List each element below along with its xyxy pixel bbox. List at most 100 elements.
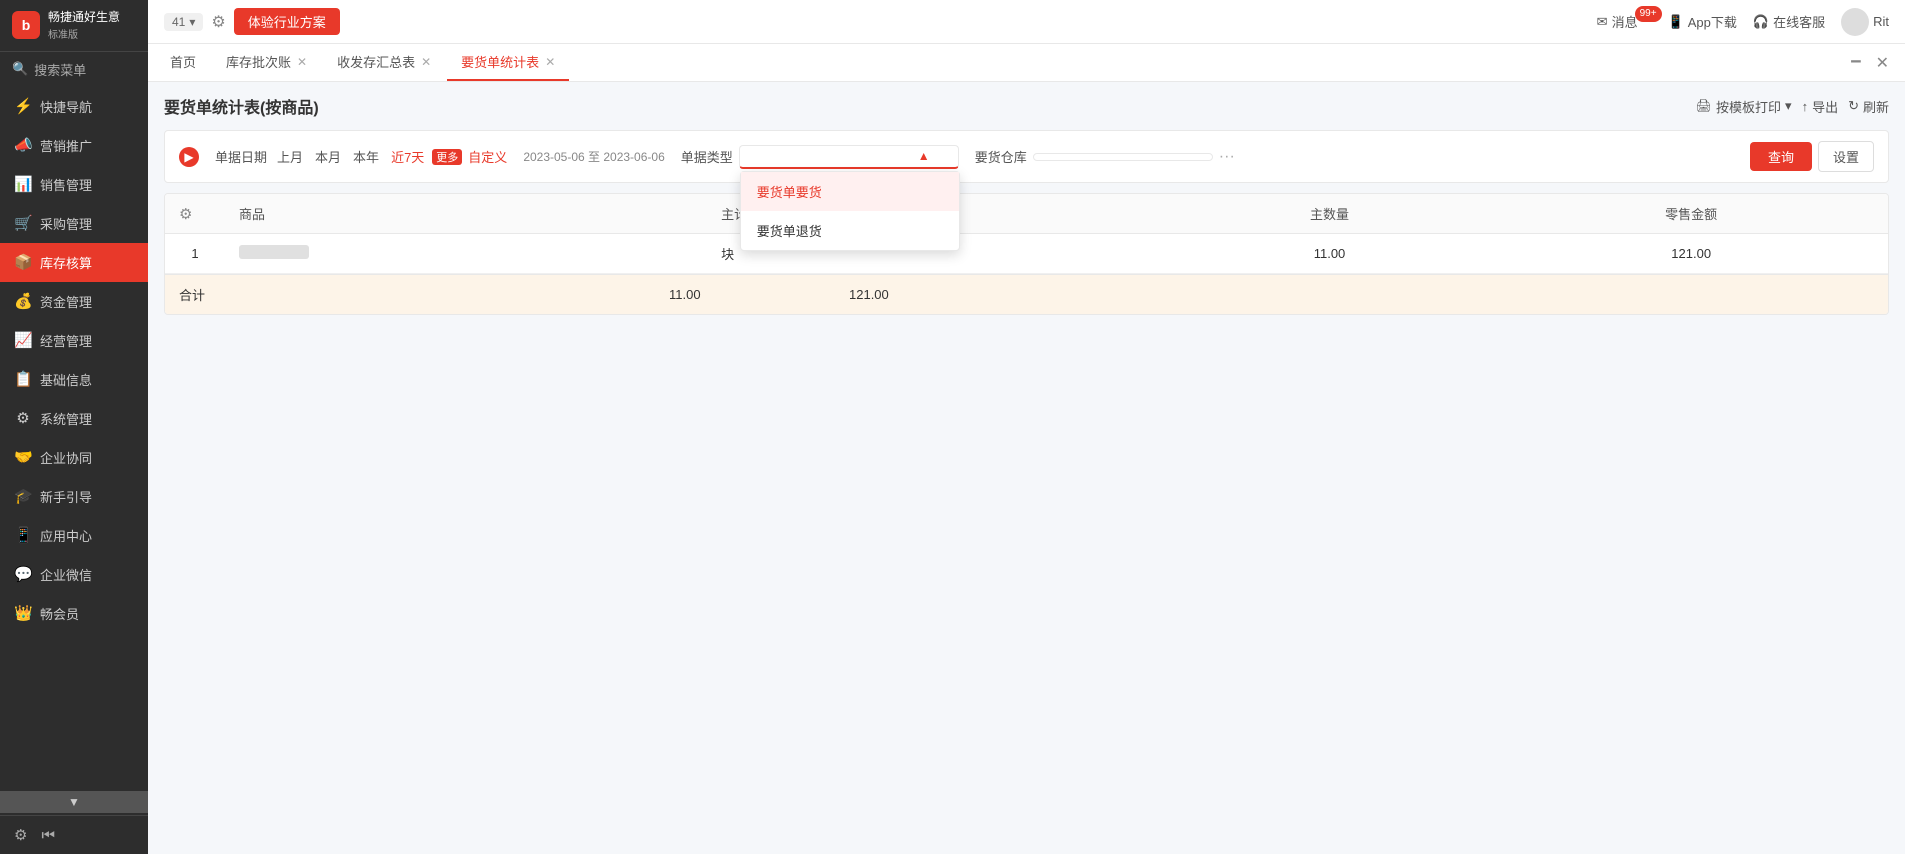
tab-minimize-button[interactable]: 🗕 — [1846, 45, 1865, 80]
topbar-gear-icon[interactable]: ⚙ — [211, 12, 225, 32]
date-btn-7days[interactable]: 近7天 — [387, 145, 428, 168]
print-dropdown-icon: ▾ — [1785, 98, 1792, 114]
tab-inventory-batch[interactable]: 库存批次账 ✕ — [212, 44, 321, 81]
trial-button[interactable]: 体验行业方案 — [234, 8, 340, 35]
quick-nav-icon: ⚡ — [14, 97, 32, 115]
app-name: 畅捷通好生意 — [48, 10, 120, 26]
topbar-right: ✉ 消息 99+ 📱 App下载 🎧 在线客服 Rit — [1597, 8, 1889, 36]
date-filter-group: 单据日期 上月 本月 本年 近7天 更多 自定义 — [215, 145, 507, 168]
system-icon: ⚙ — [14, 409, 32, 427]
print-button[interactable]: 🖨 按模板打印 ▾ — [1696, 97, 1792, 116]
date-more-tag[interactable]: 更多 — [432, 149, 462, 165]
page-header: 要货单统计表(按商品) 🖨 按模板打印 ▾ ↑ 导出 ↻ 刷新 — [164, 94, 1889, 118]
sidebar-search[interactable]: 🔍 搜索菜单 — [0, 52, 148, 87]
sidebar-item-marketing[interactable]: 📣 营销推广 — [0, 126, 148, 165]
col-qty-header: 主数量 — [1165, 194, 1495, 234]
table-footer: 合计 11.00 121.00 — [165, 274, 1888, 314]
sidebar-item-quick-nav[interactable]: ⚡ 快捷导航 — [0, 87, 148, 126]
sidebar-item-enterprise[interactable]: 🤝 企业协同 — [0, 438, 148, 477]
sidebar-item-operation[interactable]: 📈 经营管理 — [0, 321, 148, 360]
user-profile[interactable]: Rit — [1841, 8, 1889, 36]
sidebar: b 畅捷通好生意 标准版 🔍 搜索菜单 ⚡ 快捷导航 📣 营销推广 📊 销售管理… — [0, 0, 148, 854]
tab-home[interactable]: 首页 — [156, 44, 210, 81]
tab-close-order-stats[interactable]: ✕ — [545, 55, 555, 69]
date-btn-this-year[interactable]: 本年 — [349, 145, 383, 168]
online-service-button[interactable]: 🎧 在线客服 — [1753, 12, 1825, 31]
operation-icon: 📈 — [14, 331, 32, 349]
dropdown-item-return[interactable]: 要货单退货 — [741, 211, 959, 250]
sidebar-logo: b 畅捷通好生意 标准版 — [0, 0, 148, 52]
tab-close-collect-summary[interactable]: ✕ — [421, 55, 431, 69]
date-custom-button[interactable]: 自定义 — [468, 147, 507, 166]
tab-close-all-button[interactable]: ✕ — [1872, 49, 1893, 77]
date-range-display: 2023-05-06 至 2023-06-06 — [523, 148, 664, 165]
tab-close-inventory-batch[interactable]: ✕ — [297, 55, 307, 69]
sales-icon: 📊 — [14, 175, 32, 193]
filter-bar: ▶ 单据日期 上月 本月 本年 近7天 更多 自定义 2023-05-06 至 … — [164, 130, 1889, 183]
dropdown-item-order[interactable]: 要货单要货 — [741, 172, 959, 211]
enterprise-icon: 🤝 — [14, 448, 32, 466]
search-icon: 🔍 — [12, 61, 28, 77]
warehouse-input[interactable] — [1033, 153, 1213, 161]
tab-order-stats[interactable]: 要货单统计表 ✕ — [447, 44, 569, 81]
type-dropdown: 要货单要货 要货单退货 — [740, 171, 960, 251]
message-icon: ✉ — [1597, 14, 1608, 30]
sidebar-scroll-down[interactable]: ▼ — [0, 791, 148, 813]
warehouse-filter-group: 要货仓库 ··· — [975, 147, 1235, 166]
query-button[interactable]: 查询 — [1750, 142, 1812, 171]
date-btn-last-month[interactable]: 上月 — [273, 145, 307, 168]
type-input-wrapper[interactable]: ▲ 要货单要货 要货单退货 — [739, 145, 959, 169]
app-center-icon: 📱 — [14, 526, 32, 544]
col-amount-header: 零售金额 — [1494, 194, 1888, 234]
column-settings-icon[interactable]: ⚙ — [179, 206, 192, 223]
filter-expand-button[interactable]: ▶ — [179, 147, 199, 167]
sidebar-item-member[interactable]: 👑 畅会员 — [0, 594, 148, 633]
wechat-icon: 💬 — [14, 565, 32, 583]
type-input[interactable] — [748, 149, 918, 164]
app-download-button[interactable]: 📱 App下载 — [1668, 12, 1737, 31]
sidebar-item-guide[interactable]: 🎓 新手引导 — [0, 477, 148, 516]
sidebar-item-purchase[interactable]: 🛒 采购管理 — [0, 204, 148, 243]
sidebar-collapse-icon[interactable]: ⏮ — [41, 827, 55, 844]
setting-button[interactable]: 设置 — [1818, 141, 1874, 172]
sidebar-settings-icon[interactable]: ⚙ — [14, 826, 27, 844]
type-filter-group: 单据类型 ▲ 要货单要货 要货单退货 — [681, 145, 959, 169]
printer-icon: 🖨 — [1696, 98, 1713, 114]
marketing-icon: 📣 — [14, 136, 32, 154]
message-badge: 99+ — [1635, 6, 1662, 22]
sidebar-item-sales[interactable]: 📊 销售管理 — [0, 165, 148, 204]
type-dropdown-arrow: ▲ — [918, 149, 930, 163]
date-buttons: 上月 本月 本年 近7天 更多 — [273, 145, 462, 168]
page-actions: 🖨 按模板打印 ▾ ↑ 导出 ↻ 刷新 — [1696, 97, 1890, 116]
message-button[interactable]: ✉ 消息 99+ — [1597, 12, 1652, 31]
export-button[interactable]: ↑ 导出 — [1802, 97, 1839, 116]
sidebar-bottom: ⚙ ⏮ — [0, 815, 148, 854]
sidebar-item-finance[interactable]: 💰 资金管理 — [0, 282, 148, 321]
col-settings: ⚙ — [165, 194, 225, 234]
type-label: 单据类型 — [681, 147, 733, 166]
sidebar-item-inventory[interactable]: 📦 库存核算 — [0, 243, 148, 282]
sidebar-nav: ⚡ 快捷导航 📣 营销推广 📊 销售管理 🛒 采购管理 📦 库存核算 💰 资金管… — [0, 87, 148, 789]
page-container: 要货单统计表(按商品) 🖨 按模板打印 ▾ ↑ 导出 ↻ 刷新 — [148, 82, 1905, 327]
tab-collect-summary[interactable]: 收发存汇总表 ✕ — [323, 44, 445, 81]
refresh-button[interactable]: ↻ 刷新 — [1848, 97, 1889, 116]
tabs-bar: 首页 库存批次账 ✕ 收发存汇总表 ✕ 要货单统计表 ✕ 🗕 ✕ — [148, 44, 1905, 82]
table-row: 1 块 11.00 121.00 — [165, 234, 1888, 274]
sidebar-item-system[interactable]: ⚙ 系统管理 — [0, 399, 148, 438]
purchase-icon: 🛒 — [14, 214, 32, 232]
row-qty: 11.00 — [1165, 234, 1495, 274]
date-btn-this-month[interactable]: 本月 — [311, 145, 345, 168]
row-product — [225, 234, 707, 274]
col-product-header: 商品 — [225, 194, 707, 234]
avatar — [1841, 8, 1869, 36]
footer-amount: 121.00 — [849, 287, 949, 302]
sidebar-item-basic[interactable]: 📋 基础信息 — [0, 360, 148, 399]
page-title: 要货单统计表(按商品) — [164, 94, 319, 118]
refresh-icon: ↻ — [1848, 98, 1859, 114]
sidebar-item-app-center[interactable]: 📱 应用中心 — [0, 516, 148, 555]
version-selector[interactable]: 41 ▾ — [164, 13, 203, 31]
data-table-container: ⚙ 商品 主计量单位 主数量 零售金额 1 — [164, 193, 1889, 315]
filter-more-icon[interactable]: ··· — [1219, 148, 1235, 166]
table-header-row: ⚙ 商品 主计量单位 主数量 零售金额 — [165, 194, 1888, 234]
sidebar-item-wechat[interactable]: 💬 企业微信 — [0, 555, 148, 594]
